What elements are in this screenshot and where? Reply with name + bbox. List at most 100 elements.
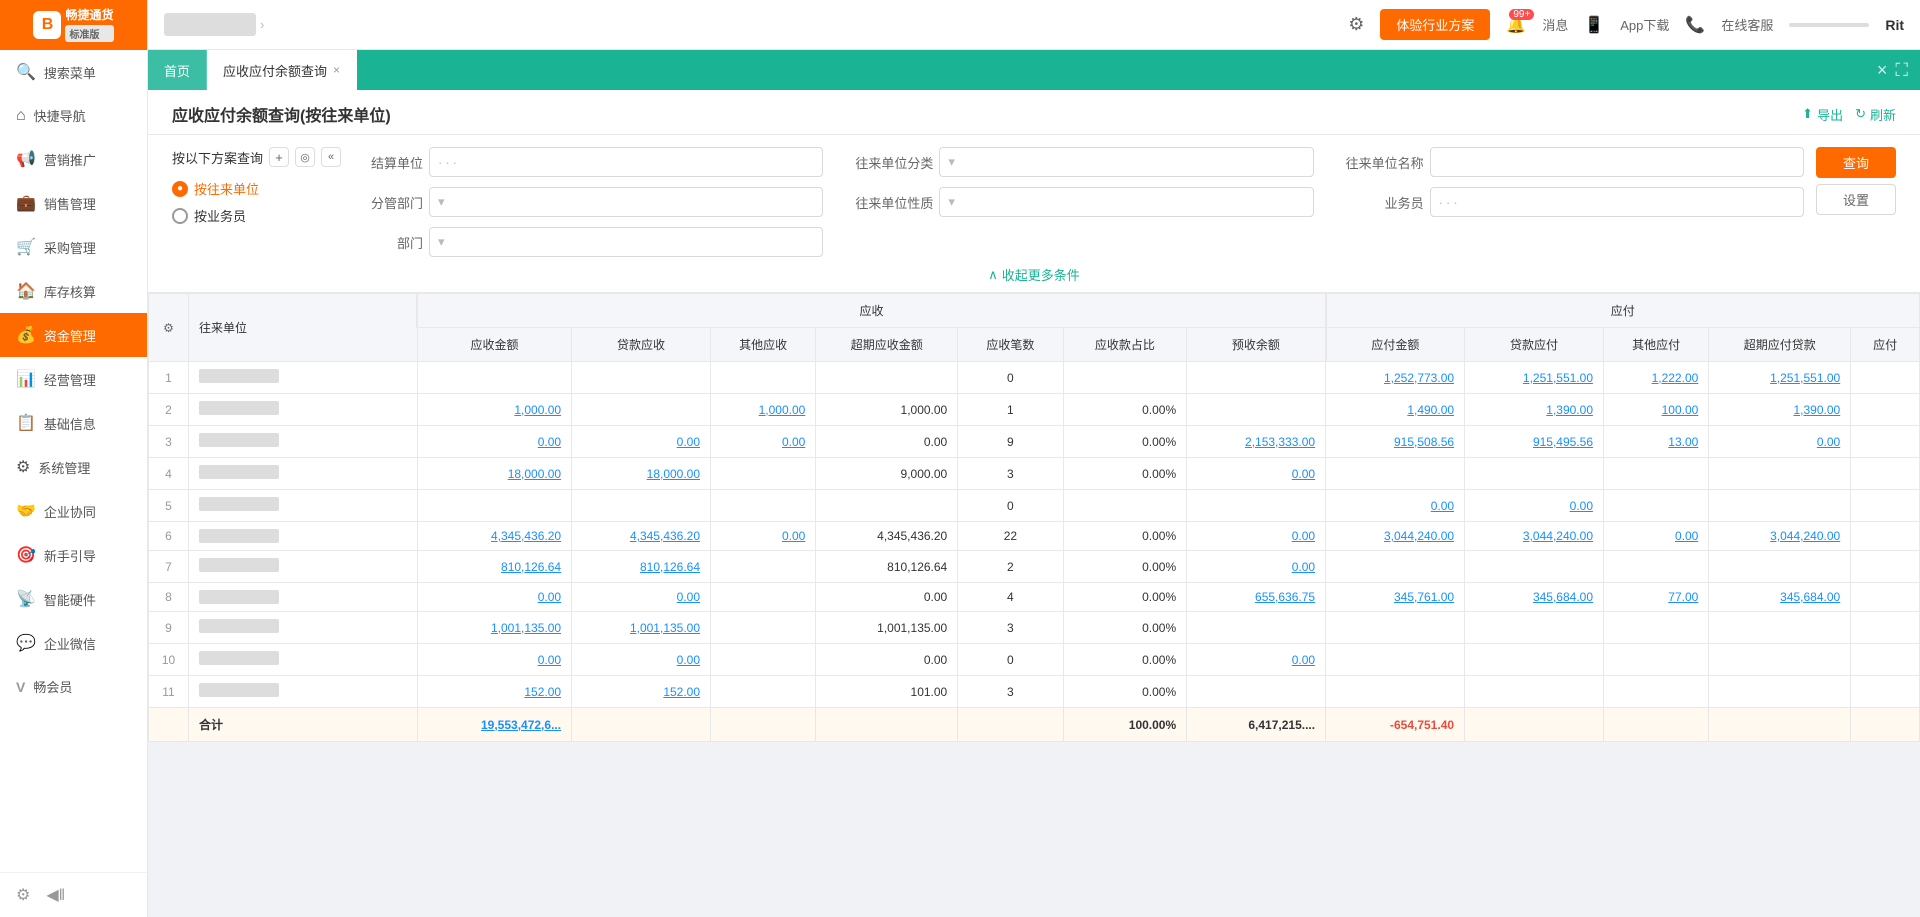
tab-maximize-icon[interactable]: ⛶ (1895, 60, 1908, 81)
table-cell-link[interactable]: 345,761.00 (1394, 590, 1454, 604)
table-cell[interactable]: 345,684.00 (1709, 583, 1851, 612)
table-cell[interactable]: 810,126.64 (572, 551, 711, 583)
tab-close-window-icon[interactable]: × (1877, 60, 1888, 81)
table-cell[interactable]: 0.00 (1709, 426, 1851, 458)
table-cell-link[interactable]: 0.00 (1292, 560, 1315, 574)
sidebar-item-inventory[interactable]: 🏠 库存核算 (0, 269, 147, 313)
table-cell-link[interactable]: 0.00 (1292, 467, 1315, 481)
table-cell-link[interactable]: 0.00 (538, 653, 561, 667)
table-cell[interactable]: 1,490.00 (1326, 394, 1465, 426)
table-cell[interactable]: 4,345,436.20 (417, 522, 571, 551)
table-cell[interactable]: 0.00 (1187, 458, 1326, 490)
table-cell-link[interactable]: 0.00 (538, 435, 561, 449)
sidebar-item-sales[interactable]: 💼 销售管理 (0, 181, 147, 225)
target-icon[interactable]: ◎ (295, 147, 315, 167)
table-cell-link[interactable]: 0.00 (1431, 499, 1454, 513)
table-cell-link[interactable]: 0.00 (1675, 529, 1698, 543)
table-cell[interactable]: 1,222.00 (1604, 362, 1709, 394)
online-service-label[interactable]: 在线客服 (1721, 15, 1773, 34)
table-cell-link[interactable]: 1,222.00 (1652, 371, 1699, 385)
table-cell[interactable]: 3,044,240.00 (1326, 522, 1465, 551)
table-cell-link[interactable]: 0.00 (782, 435, 805, 449)
table-cell-link[interactable]: 4,345,436.20 (630, 529, 700, 543)
sidebar-item-quick-nav[interactable]: ⌂ 快捷导航 (0, 94, 147, 137)
table-cell[interactable]: 1,000.00 (417, 394, 571, 426)
user-avatar[interactable]: Rit (1885, 17, 1904, 33)
settlement-unit-input[interactable]: ··· (429, 147, 823, 177)
table-cell[interactable]: 0.00 (417, 426, 571, 458)
sidebar-item-purchase[interactable]: 🛒 采购管理 (0, 225, 147, 269)
tab-ar-ap[interactable]: 应收应付余额查询 × (207, 50, 357, 90)
footer-ar-amount-link[interactable]: 19,553,472,6... (481, 718, 561, 732)
table-cell-link[interactable]: 915,508.56 (1394, 435, 1454, 449)
table-cell-link[interactable]: 0.00 (1292, 653, 1315, 667)
table-cell-link[interactable]: 0.00 (677, 435, 700, 449)
collapse-filter-btn[interactable]: ∧ 收起更多条件 (172, 265, 1896, 284)
table-cell-link[interactable]: 3,044,240.00 (1384, 529, 1454, 543)
table-cell[interactable]: 4,345,436.20 (572, 522, 711, 551)
table-cell[interactable]: 3,044,240.00 (1465, 522, 1604, 551)
table-cell[interactable]: 1,000.00 (711, 394, 816, 426)
table-cell[interactable]: 77.00 (1604, 583, 1709, 612)
table-cell[interactable]: 0.00 (417, 583, 571, 612)
user-info[interactable] (1789, 23, 1869, 27)
table-cell[interactable]: 3,044,240.00 (1709, 522, 1851, 551)
scheme-by-salesman[interactable]: 按业务员 (172, 202, 341, 229)
table-cell-link[interactable]: 3,044,240.00 (1770, 529, 1840, 543)
table-cell-link[interactable]: 1,251,551.00 (1523, 371, 1593, 385)
table-cell-link[interactable]: 4,345,436.20 (491, 529, 561, 543)
table-cell-link[interactable]: 345,684.00 (1533, 590, 1593, 604)
app-download-label[interactable]: App下载 (1620, 15, 1669, 34)
sidebar-item-hardware[interactable]: 📡 智能硬件 (0, 577, 147, 621)
table-cell-link[interactable]: 1,390.00 (1546, 403, 1593, 417)
table-cell[interactable]: 1,001,135.00 (572, 612, 711, 644)
service-icon[interactable]: 📞 (1685, 15, 1705, 35)
table-cell[interactable]: 1,390.00 (1465, 394, 1604, 426)
table-cell[interactable]: 915,495.56 (1465, 426, 1604, 458)
table-cell-link[interactable]: 152.00 (663, 685, 700, 699)
table-cell[interactable]: 0.00 (1326, 490, 1465, 522)
table-cell[interactable]: 1,390.00 (1709, 394, 1851, 426)
partner-name-input[interactable] (1430, 147, 1804, 177)
table-cell[interactable]: 1,001,135.00 (417, 612, 571, 644)
table-cell-link[interactable]: 0.00 (1570, 499, 1593, 513)
table-cell[interactable]: 152.00 (417, 676, 571, 708)
table-cell-link[interactable]: 77.00 (1668, 590, 1698, 604)
table-cell[interactable]: 0.00 (1604, 522, 1709, 551)
add-scheme-icon[interactable]: + (269, 147, 289, 167)
table-cell-link[interactable]: 0.00 (1292, 529, 1315, 543)
table-cell-link[interactable]: 915,495.56 (1533, 435, 1593, 449)
table-cell-link[interactable]: 1,490.00 (1407, 403, 1454, 417)
table-cell[interactable]: 2,153,333.00 (1187, 426, 1326, 458)
tab-close-icon[interactable]: × (333, 63, 340, 77)
table-cell[interactable]: 0.00 (572, 583, 711, 612)
table-cell[interactable]: 810,126.64 (417, 551, 571, 583)
table-cell[interactable]: 13.00 (1604, 426, 1709, 458)
table-cell[interactable]: 0.00 (1187, 644, 1326, 676)
sidebar-item-finance[interactable]: 💰 资金管理 (0, 313, 147, 357)
table-cell-link[interactable]: 0.00 (538, 590, 561, 604)
salesman-input[interactable]: ··· (1430, 187, 1804, 217)
sidebar-item-system[interactable]: ⚙ 系统管理 (0, 445, 147, 489)
query-button[interactable]: 查询 (1816, 147, 1896, 178)
table-cell-link[interactable]: 1,001,135.00 (491, 621, 561, 635)
table-cell-link[interactable]: 152.00 (524, 685, 561, 699)
gear-icon[interactable]: ⚙ (1348, 14, 1364, 35)
footer-settings-icon[interactable]: ⚙ (16, 885, 30, 905)
sidebar-item-operations[interactable]: 📊 经营管理 (0, 357, 147, 401)
table-cell-link[interactable]: 1,251,551.00 (1770, 371, 1840, 385)
table-cell[interactable]: 100.00 (1604, 394, 1709, 426)
sidebar-item-basic-info[interactable]: 📋 基础信息 (0, 401, 147, 445)
table-cell-link[interactable]: 810,126.64 (640, 560, 700, 574)
table-cell[interactable]: 0.00 (572, 644, 711, 676)
table-cell-link[interactable]: 1,000.00 (759, 403, 806, 417)
table-cell[interactable]: 1,251,551.00 (1709, 362, 1851, 394)
partner-nature-input[interactable]: ▾ (939, 187, 1313, 217)
table-cell-link[interactable]: 18,000.00 (647, 467, 700, 481)
table-cell[interactable]: 655,636.75 (1187, 583, 1326, 612)
table-cell-link[interactable]: 0.00 (677, 653, 700, 667)
table-cell[interactable]: 0.00 (1187, 522, 1326, 551)
table-cell-link[interactable]: 0.00 (782, 529, 805, 543)
sidebar-item-search-menu[interactable]: 🔍 搜索菜单 (0, 50, 147, 94)
notification-icon[interactable]: 🔔 99+ (1506, 15, 1526, 35)
